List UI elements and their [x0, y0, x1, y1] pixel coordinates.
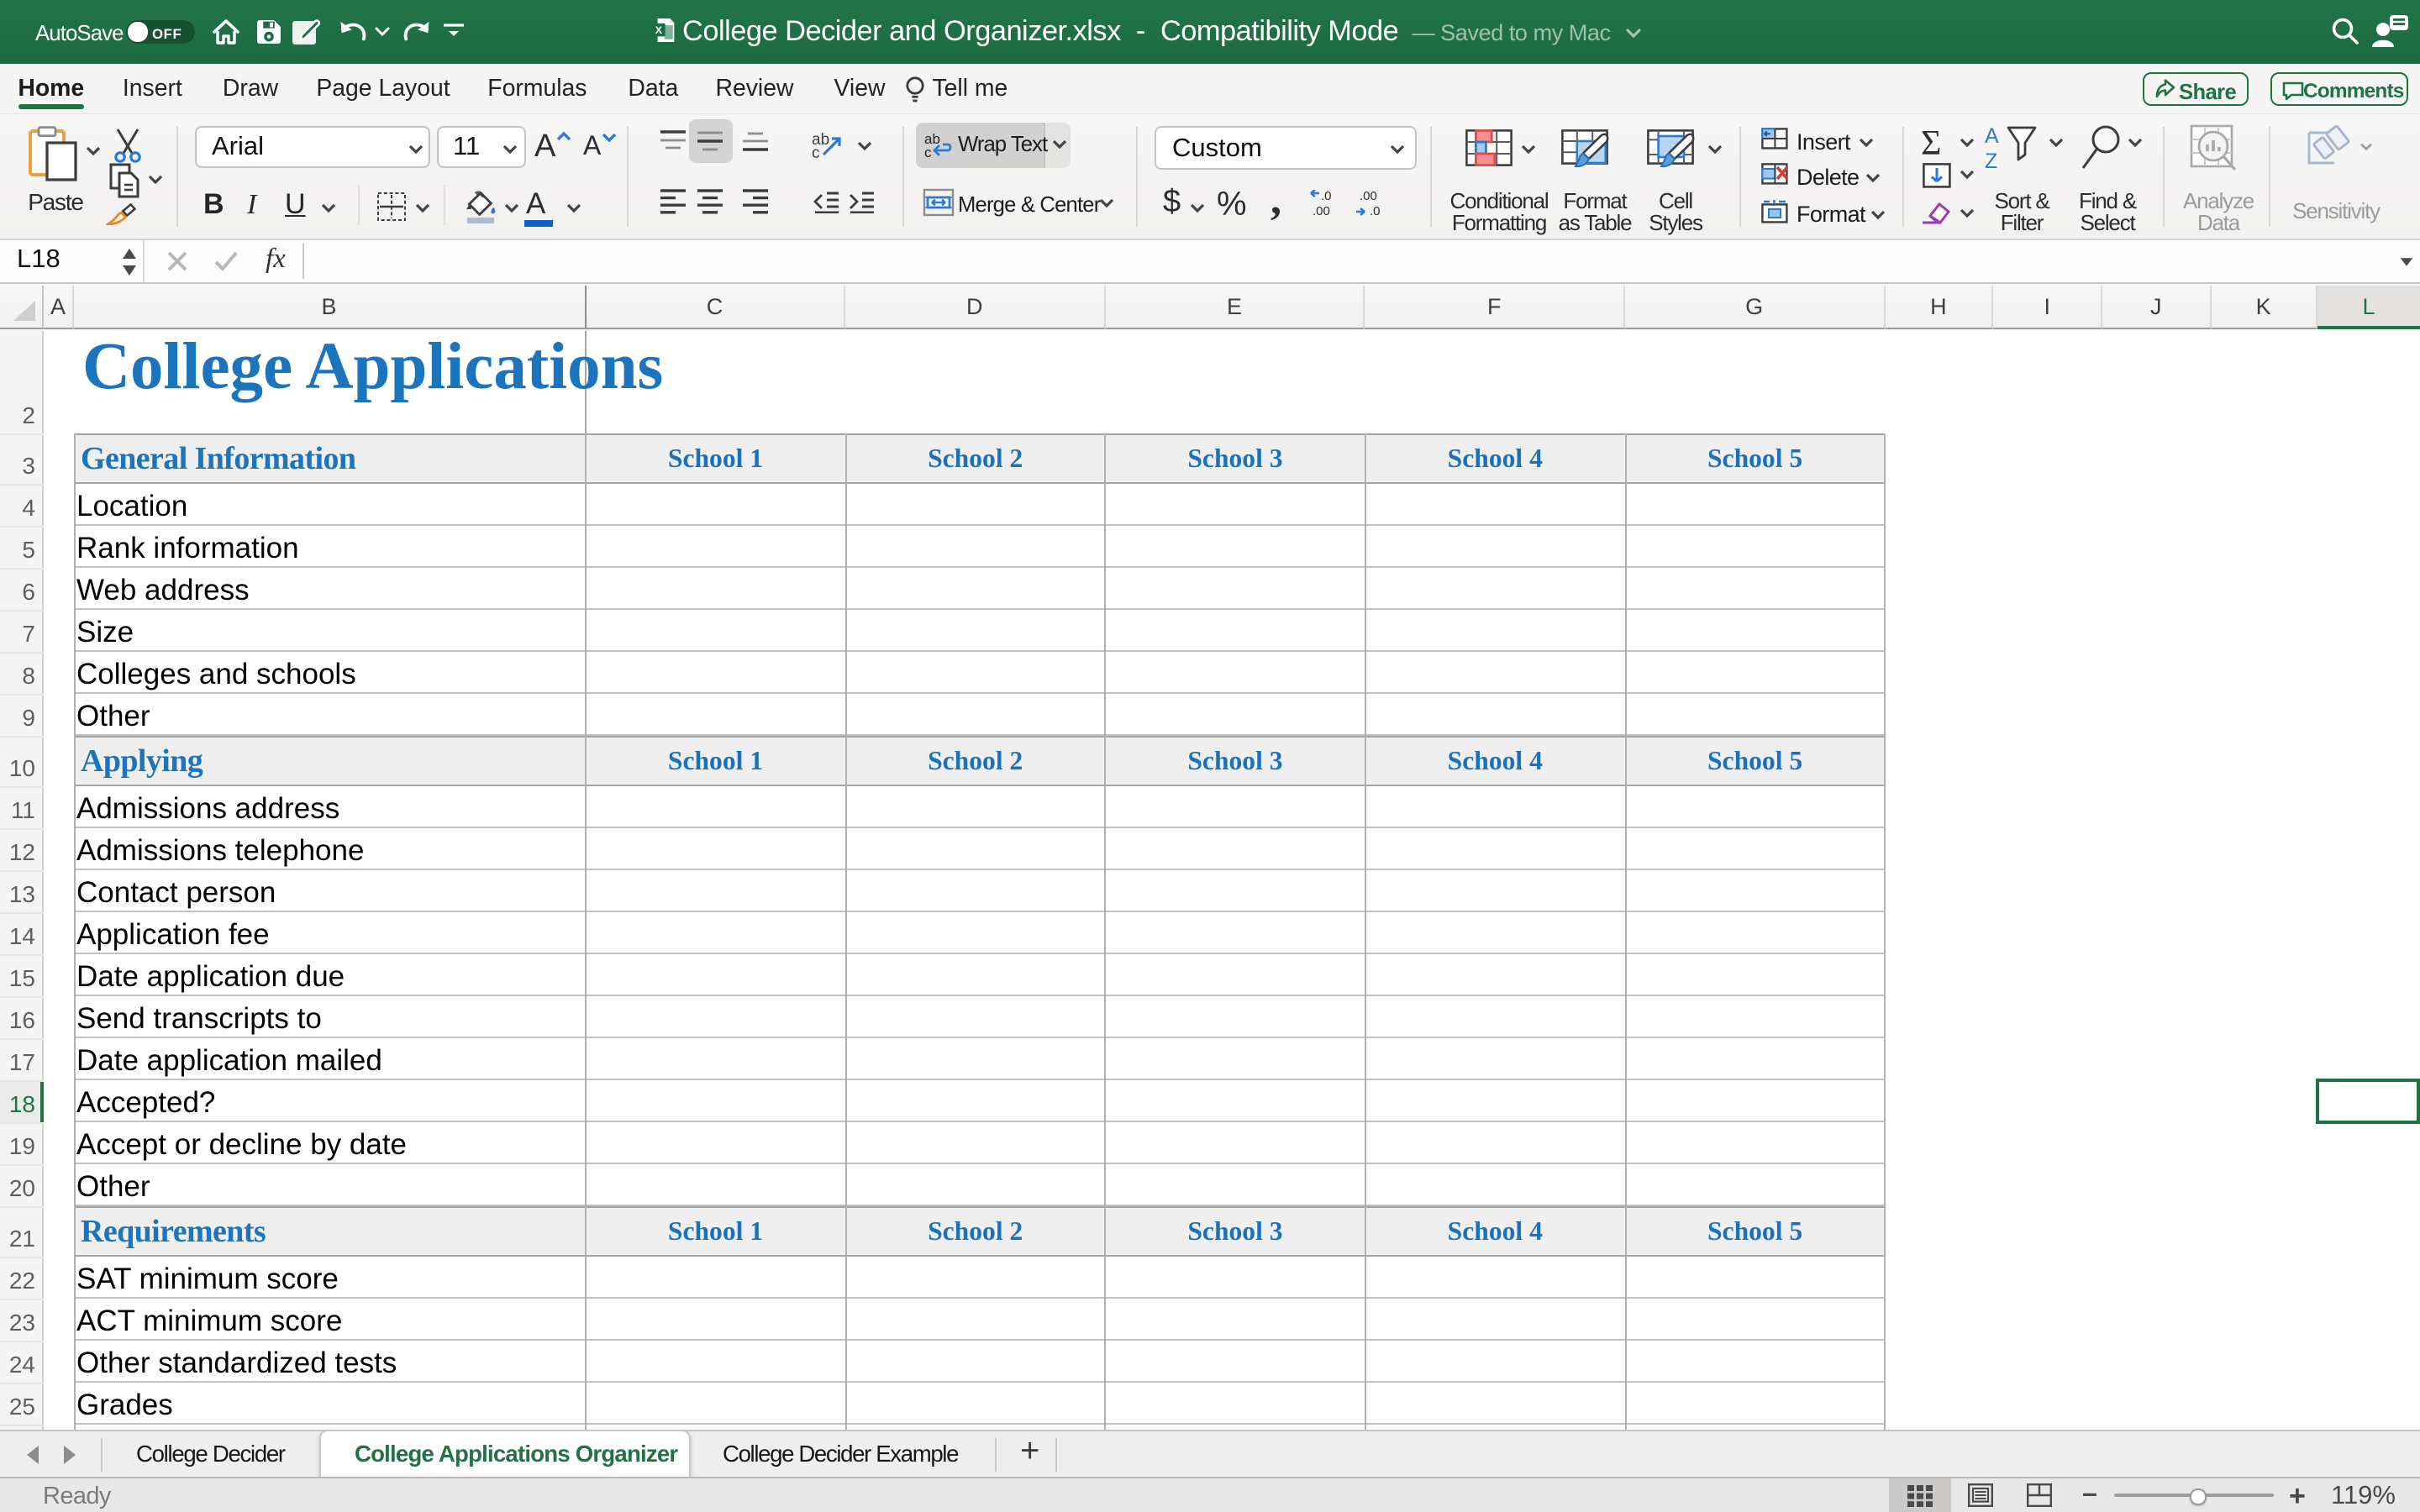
- svg-text:A: A: [1985, 123, 1999, 147]
- svg-text:.0: .0: [1321, 189, 1332, 202]
- svg-text:c: c: [812, 144, 820, 159]
- svg-text:c: c: [924, 144, 932, 157]
- svg-text:X: X: [655, 24, 663, 35]
- svg-text:.00: .00: [1313, 203, 1330, 216]
- svg-text:.00: .00: [1360, 189, 1377, 202]
- svg-text:Z: Z: [1985, 149, 1997, 172]
- svg-text:.0: .0: [1370, 203, 1381, 216]
